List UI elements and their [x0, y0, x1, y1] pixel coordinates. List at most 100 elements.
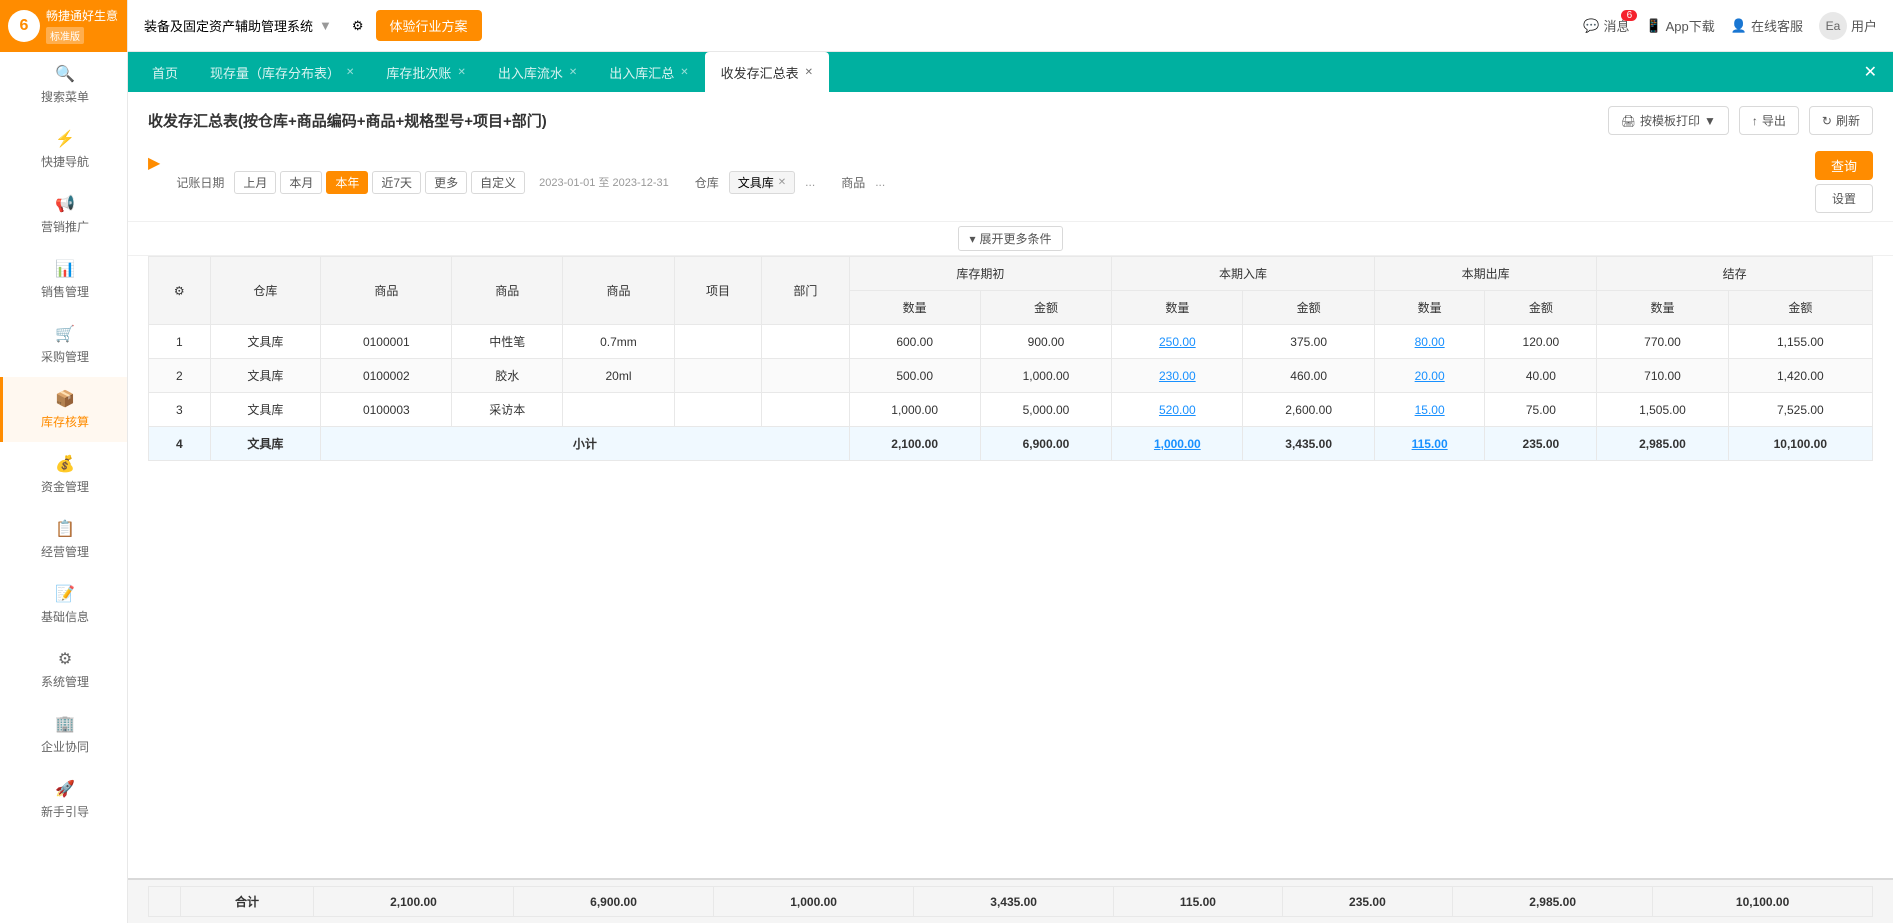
cell-open-amt: 5,000.00 [980, 393, 1111, 427]
online-service-action[interactable]: 👤 在线客服 [1731, 16, 1803, 35]
cell-code: 0100002 [321, 359, 452, 393]
print-template-btn[interactable]: 🖨 按模板打印 ▼ [1608, 106, 1729, 135]
cell-out-qty[interactable]: 15.00 [1374, 393, 1485, 427]
out-qty-link[interactable]: 15.00 [1415, 403, 1445, 417]
subtotal-no: 4 [149, 427, 211, 461]
footer-out-qty: 115.00 [1114, 887, 1283, 917]
refresh-label: 刷新 [1836, 112, 1860, 129]
cell-warehouse: 文具库 [210, 325, 321, 359]
date-btn-上月[interactable]: 上月 [234, 171, 276, 194]
date-btn-本月[interactable]: 本月 [280, 171, 322, 194]
cell-no: 2 [149, 359, 211, 393]
purchase-icon: 🛒 [55, 324, 75, 344]
expand-label: 展开更多条件 [980, 230, 1052, 247]
warehouse-tag-close[interactable]: ✕ [778, 177, 786, 188]
logo-tag: 标准版 [46, 27, 84, 44]
cell-out-qty[interactable]: 20.00 [1374, 359, 1485, 393]
sidebar-label-finance: 资金管理 [41, 478, 89, 495]
filter-toggle-arrow[interactable]: ▶ [148, 153, 160, 173]
tab-close-stock-dist[interactable]: ✕ [346, 67, 354, 78]
enterprise-icon: 🏢 [55, 714, 75, 734]
cell-spec: 0.7mm [563, 325, 675, 359]
sidebar-item-marketing[interactable]: 📢营销推广 [0, 182, 127, 247]
sidebar-item-search[interactable]: 🔍搜索菜单 [0, 52, 127, 117]
settings-btn[interactable]: 设置 [1815, 184, 1873, 213]
export-btn[interactable]: ↑ 导出 [1739, 106, 1799, 135]
tabbar-close-btn[interactable]: ✕ [1856, 62, 1885, 82]
sidebar-item-operations[interactable]: 📋经营管理 [0, 507, 127, 572]
col-name-header: 商品 [452, 257, 563, 325]
date-btn-近7天[interactable]: 近7天 [372, 171, 421, 194]
user-action[interactable]: Ea 用户 [1819, 12, 1877, 40]
footer-table: 合计 2,100.00 6,900.00 1,000.00 3,435.00 1… [148, 886, 1873, 917]
sidebar-item-basic-info[interactable]: 📝基础信息 [0, 572, 127, 637]
in-qty-link[interactable]: 520.00 [1159, 403, 1196, 417]
close-amt-header: 金额 [1728, 291, 1872, 325]
app-download-action[interactable]: 📱 App下载 [1645, 16, 1714, 35]
refresh-btn[interactable]: ↻ 刷新 [1809, 106, 1873, 135]
marketing-icon: 📢 [55, 194, 75, 214]
dropdown-icon[interactable]: ▼ [319, 18, 332, 33]
page-header-actions: 🖨 按模板打印 ▼ ↑ 导出 ↻ 刷新 [1608, 106, 1873, 135]
expand-more-btn[interactable]: ▾ 展开更多条件 [958, 226, 1062, 251]
message-action[interactable]: 💬 消息 6 [1583, 16, 1629, 35]
expand-icon: ▾ [969, 232, 975, 246]
sidebar-item-purchase[interactable]: 🛒采购管理 [0, 312, 127, 377]
sidebar-items: 🔍搜索菜单⚡快捷导航📢营销推广📊销售管理🛒采购管理📦库存核算💰资金管理📋经营管理… [0, 52, 127, 832]
sidebar-item-enterprise[interactable]: 🏢企业协同 [0, 702, 127, 767]
sidebar-item-quick-nav[interactable]: ⚡快捷导航 [0, 117, 127, 182]
app-download-icon: 📱 [1645, 18, 1661, 34]
tab-close-stock-summary[interactable]: ✕ [680, 67, 688, 78]
tab-close-batch-ledger[interactable]: ✕ [457, 67, 465, 78]
tab-close-stock-flow[interactable]: ✕ [569, 67, 577, 78]
online-service-label: 在线客服 [1751, 16, 1803, 35]
page-header: 收发存汇总表(按仓库+商品编码+商品+规格型号+项目+部门) 🖨 按模板打印 ▼… [128, 92, 1893, 143]
sidebar-item-inventory[interactable]: 📦库存核算 [0, 377, 127, 442]
tab-recv-send-summary[interactable]: 收发存汇总表✕ [705, 52, 829, 92]
settings-icon[interactable]: ⚙ [352, 18, 364, 34]
refresh-icon: ↻ [1822, 114, 1832, 128]
query-btn[interactable]: 查询 [1815, 151, 1873, 180]
sidebar-item-guide[interactable]: 🚀新手引导 [0, 767, 127, 832]
print-dropdown-icon: ▼ [1704, 114, 1716, 128]
date-btn-更多[interactable]: 更多 [425, 171, 467, 194]
cell-in-qty[interactable]: 250.00 [1112, 325, 1243, 359]
sidebar: 6 畅捷通好生意 标准版 🔍搜索菜单⚡快捷导航📢营销推广📊销售管理🛒采购管理📦库… [0, 0, 128, 923]
sidebar-item-finance[interactable]: 💰资金管理 [0, 442, 127, 507]
subtotal-out-qty-link[interactable]: 115.00 [1412, 437, 1448, 451]
sidebar-item-sales[interactable]: 📊销售管理 [0, 247, 127, 312]
date-btn-自定义[interactable]: 自定义 [471, 171, 525, 194]
cell-in-qty[interactable]: 520.00 [1112, 393, 1243, 427]
product-more[interactable]: ... [875, 175, 885, 189]
table-row: 2 文具库 0100002 胶水 20ml 500.00 1,000.00 23… [149, 359, 1873, 393]
warehouse-more[interactable]: ... [805, 175, 815, 189]
tab-label-batch-ledger: 库存批次账 [386, 63, 451, 82]
cell-dept [762, 359, 849, 393]
product-label: 商品 [841, 174, 865, 191]
tab-stock-dist[interactable]: 现存量（库存分布表）✕ [194, 52, 370, 92]
in-qty-link[interactable]: 250.00 [1159, 335, 1196, 349]
trial-btn[interactable]: 体验行业方案 [376, 10, 482, 41]
tab-home[interactable]: 首页 [136, 52, 194, 92]
date-btn-本年[interactable]: 本年 [326, 171, 368, 194]
out-qty-link[interactable]: 80.00 [1415, 335, 1445, 349]
footer-open-amt: 6,900.00 [514, 887, 714, 917]
tab-batch-ledger[interactable]: 库存批次账 ✕ [370, 52, 481, 92]
subtotal-in-qty-link[interactable]: 1,000.00 [1154, 437, 1201, 451]
tab-close-recv-send-summary[interactable]: ✕ [805, 67, 813, 78]
tab-stock-summary[interactable]: 出入库汇总✕ [593, 52, 704, 92]
filter-section: ▶ 记账日期 上月本月本年近7天更多自定义 2023-01-01 至 2023-… [128, 143, 1893, 222]
subtotal-out-qty: 115.00 [1374, 427, 1485, 461]
tab-stock-flow[interactable]: 出入库流水✕ [482, 52, 593, 92]
in-qty-link[interactable]: 230.00 [1159, 369, 1196, 383]
col-settings-icon[interactable]: ⚙ [174, 284, 185, 298]
cell-in-qty[interactable]: 230.00 [1112, 359, 1243, 393]
footer-empty [149, 887, 181, 917]
out-qty-link[interactable]: 20.00 [1415, 369, 1445, 383]
inventory-icon: 📦 [55, 389, 75, 409]
col-settings-header[interactable]: ⚙ [149, 257, 211, 325]
cell-out-qty[interactable]: 80.00 [1374, 325, 1485, 359]
page-title: 收发存汇总表(按仓库+商品编码+商品+规格型号+项目+部门) [148, 110, 547, 131]
user-label: 用户 [1851, 16, 1877, 35]
sidebar-item-system[interactable]: ⚙系统管理 [0, 637, 127, 702]
